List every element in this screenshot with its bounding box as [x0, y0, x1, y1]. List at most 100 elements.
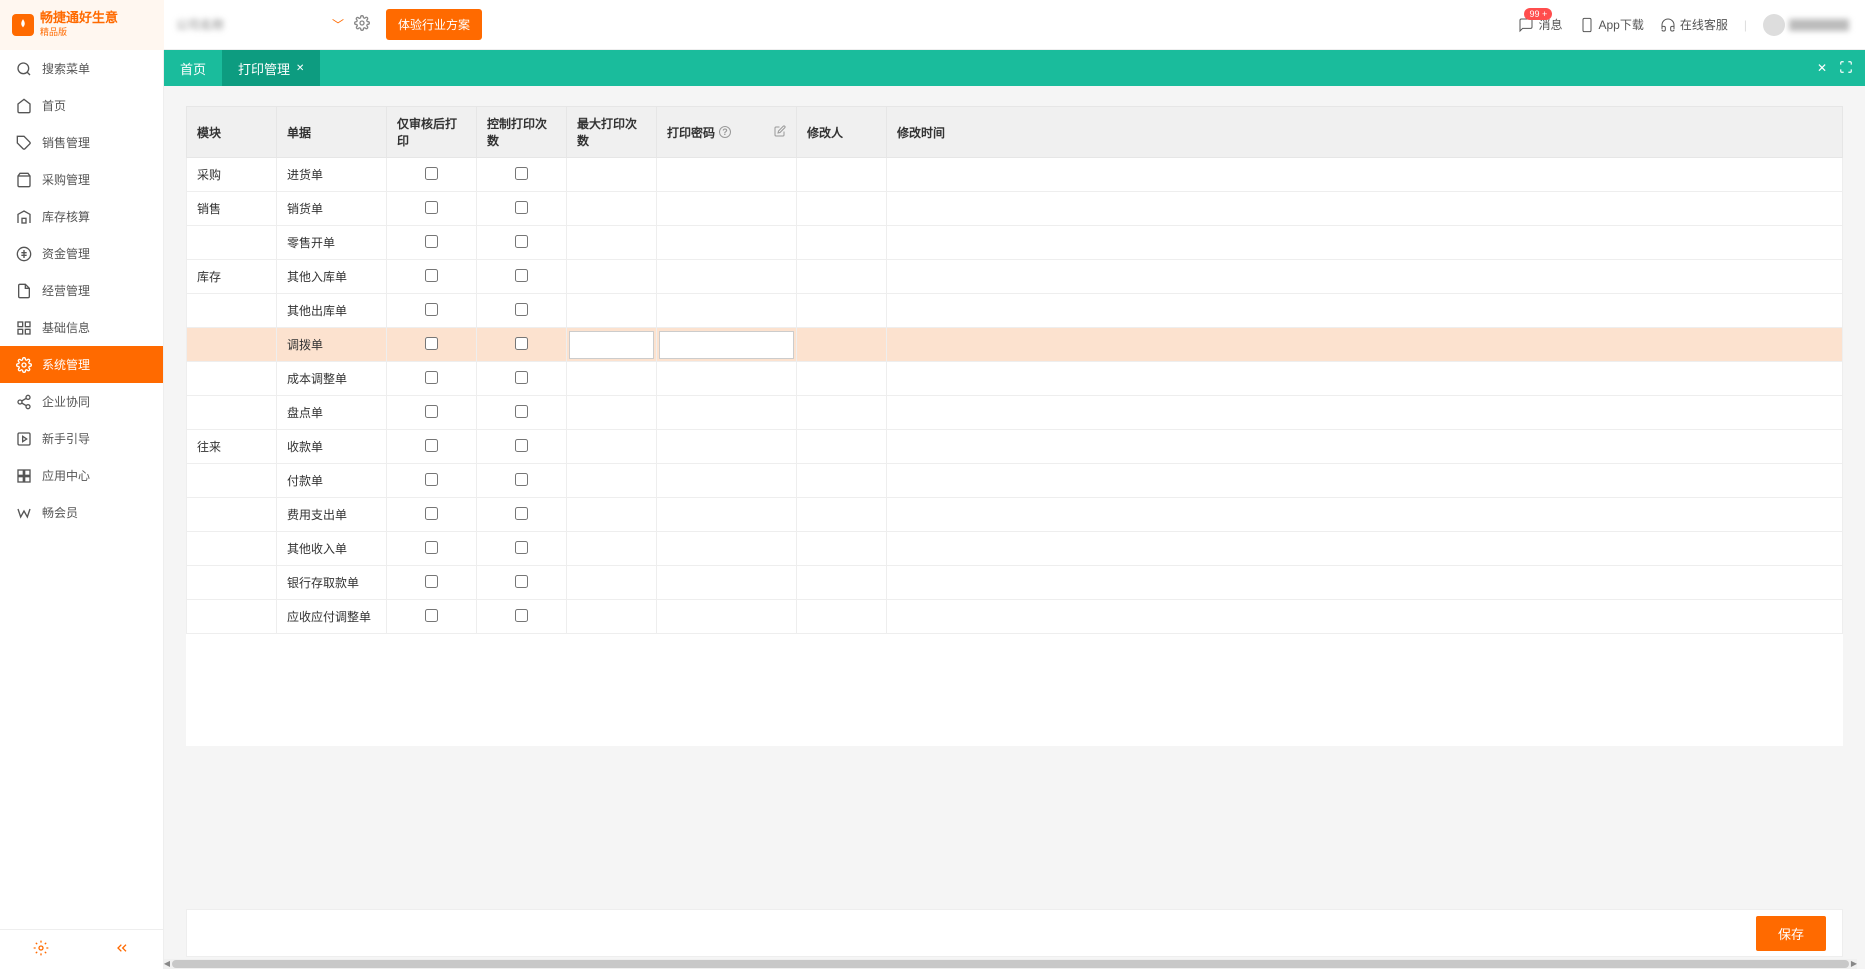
settings-icon[interactable]	[354, 15, 370, 34]
gear-icon	[16, 357, 32, 373]
table-row[interactable]: 应收应付调整单	[187, 600, 1843, 634]
audit-checkbox[interactable]	[425, 303, 438, 316]
company-select[interactable]: 公司名称	[176, 16, 326, 33]
logo[interactable]: 畅捷通好生意 精品版	[0, 0, 164, 50]
sidebar-settings-icon[interactable]	[0, 930, 82, 969]
industry-solution-button[interactable]: 体验行业方案	[386, 9, 482, 40]
cell-audit	[387, 498, 477, 532]
audit-checkbox[interactable]	[425, 507, 438, 520]
cell-module	[187, 294, 277, 328]
table-row[interactable]: 其他出库单	[187, 294, 1843, 328]
audit-checkbox[interactable]	[425, 473, 438, 486]
sidebar-item-search[interactable]: 搜索菜单	[0, 50, 163, 87]
ctrl-checkbox[interactable]	[515, 507, 528, 520]
audit-checkbox[interactable]	[425, 201, 438, 214]
sidebar-item-home[interactable]: 首页	[0, 87, 163, 124]
ctrl-checkbox[interactable]	[515, 575, 528, 588]
tab-close-icon[interactable]: ✕	[296, 63, 304, 74]
tab-打印管理[interactable]: 打印管理✕	[222, 50, 320, 86]
table-row[interactable]: 银行存取款单	[187, 566, 1843, 600]
table-row[interactable]: 费用支出单	[187, 498, 1843, 532]
sidebar-item-report[interactable]: 经营管理	[0, 272, 163, 309]
scroll-right-icon[interactable]: ▶	[1849, 959, 1859, 969]
audit-checkbox[interactable]	[425, 575, 438, 588]
table-row[interactable]: 采购进货单	[187, 158, 1843, 192]
cell-max	[567, 362, 657, 396]
fullscreen-icon[interactable]	[1839, 60, 1853, 77]
cell-ctrl	[477, 566, 567, 600]
ctrl-checkbox[interactable]	[515, 473, 528, 486]
cell-pwd	[657, 226, 797, 260]
sidebar-item-fund[interactable]: 资金管理	[0, 235, 163, 272]
customer-service-button[interactable]: 在线客服	[1660, 16, 1728, 33]
save-button[interactable]: 保存	[1756, 916, 1826, 951]
max-print-input[interactable]	[569, 331, 654, 359]
ctrl-checkbox[interactable]	[515, 541, 528, 554]
sidebar-item-apps[interactable]: 应用中心	[0, 457, 163, 494]
cell-ctrl	[477, 192, 567, 226]
cell-max	[567, 498, 657, 532]
table-row[interactable]: 库存其他入库单	[187, 260, 1843, 294]
ctrl-checkbox[interactable]	[515, 201, 528, 214]
sidebar-item-system[interactable]: 系统管理	[0, 346, 163, 383]
ctrl-checkbox[interactable]	[515, 337, 528, 350]
edit-icon[interactable]	[774, 125, 786, 140]
audit-checkbox[interactable]	[425, 541, 438, 554]
ctrl-checkbox[interactable]	[515, 235, 528, 248]
table-row[interactable]: 盘点单	[187, 396, 1843, 430]
sidebar-collapse-icon[interactable]	[82, 930, 164, 969]
audit-checkbox[interactable]	[425, 609, 438, 622]
table-row[interactable]: 成本调整单	[187, 362, 1843, 396]
sidebar-item-label: 库存核算	[42, 208, 90, 225]
ctrl-checkbox[interactable]	[515, 439, 528, 452]
table-row[interactable]: 零售开单	[187, 226, 1843, 260]
tab-首页[interactable]: 首页	[164, 50, 222, 86]
bag-icon	[16, 172, 32, 188]
cell-pwd	[657, 566, 797, 600]
cell-bill: 收款单	[277, 430, 387, 464]
audit-checkbox[interactable]	[425, 235, 438, 248]
sidebar-item-label: 搜索菜单	[42, 60, 90, 77]
top-header: 畅捷通好生意 精品版 公司名称 ﹀ 体验行业方案 99 + 消息 App下载 在…	[0, 0, 1865, 50]
messages-button[interactable]: 99 + 消息	[1518, 16, 1562, 33]
grid-icon	[16, 320, 32, 336]
print-password-input[interactable]	[659, 331, 794, 359]
ctrl-checkbox[interactable]	[515, 371, 528, 384]
audit-checkbox[interactable]	[425, 439, 438, 452]
help-icon[interactable]: ?	[719, 126, 731, 138]
audit-checkbox[interactable]	[425, 167, 438, 180]
audit-checkbox[interactable]	[425, 269, 438, 282]
sidebar-item-member[interactable]: 畅会员	[0, 494, 163, 531]
table-row[interactable]: 调拨单	[187, 328, 1843, 362]
chevron-down-icon[interactable]: ﹀	[332, 16, 344, 33]
table-row[interactable]: 付款单	[187, 464, 1843, 498]
ctrl-checkbox[interactable]	[515, 167, 528, 180]
sidebar-item-coop[interactable]: 企业协同	[0, 383, 163, 420]
ctrl-checkbox[interactable]	[515, 303, 528, 316]
cell-user	[797, 158, 887, 192]
cell-module	[187, 396, 277, 430]
app-download-button[interactable]: App下载	[1579, 16, 1644, 33]
cell-module	[187, 362, 277, 396]
tab-close-all-icon[interactable]: ✕	[1817, 61, 1827, 75]
audit-checkbox[interactable]	[425, 337, 438, 350]
share-icon	[16, 394, 32, 410]
ctrl-checkbox[interactable]	[515, 609, 528, 622]
sidebar-item-stock[interactable]: 库存核算	[0, 198, 163, 235]
horizontal-scrollbar[interactable]: ◀ ▶	[164, 959, 1857, 969]
audit-checkbox[interactable]	[425, 405, 438, 418]
sidebar-item-purchase[interactable]: 采购管理	[0, 161, 163, 198]
sidebar-item-base[interactable]: 基础信息	[0, 309, 163, 346]
cell-audit	[387, 430, 477, 464]
sidebar-item-sales[interactable]: 销售管理	[0, 124, 163, 161]
table-row[interactable]: 其他收入单	[187, 532, 1843, 566]
audit-checkbox[interactable]	[425, 371, 438, 384]
table-row[interactable]: 往来收款单	[187, 430, 1843, 464]
scroll-left-icon[interactable]: ◀	[162, 959, 172, 969]
table-row[interactable]: 销售销货单	[187, 192, 1843, 226]
sidebar-item-guide[interactable]: 新手引导	[0, 420, 163, 457]
user-menu[interactable]	[1763, 14, 1849, 36]
ctrl-checkbox[interactable]	[515, 405, 528, 418]
scrollbar-thumb[interactable]	[172, 960, 1849, 968]
ctrl-checkbox[interactable]	[515, 269, 528, 282]
